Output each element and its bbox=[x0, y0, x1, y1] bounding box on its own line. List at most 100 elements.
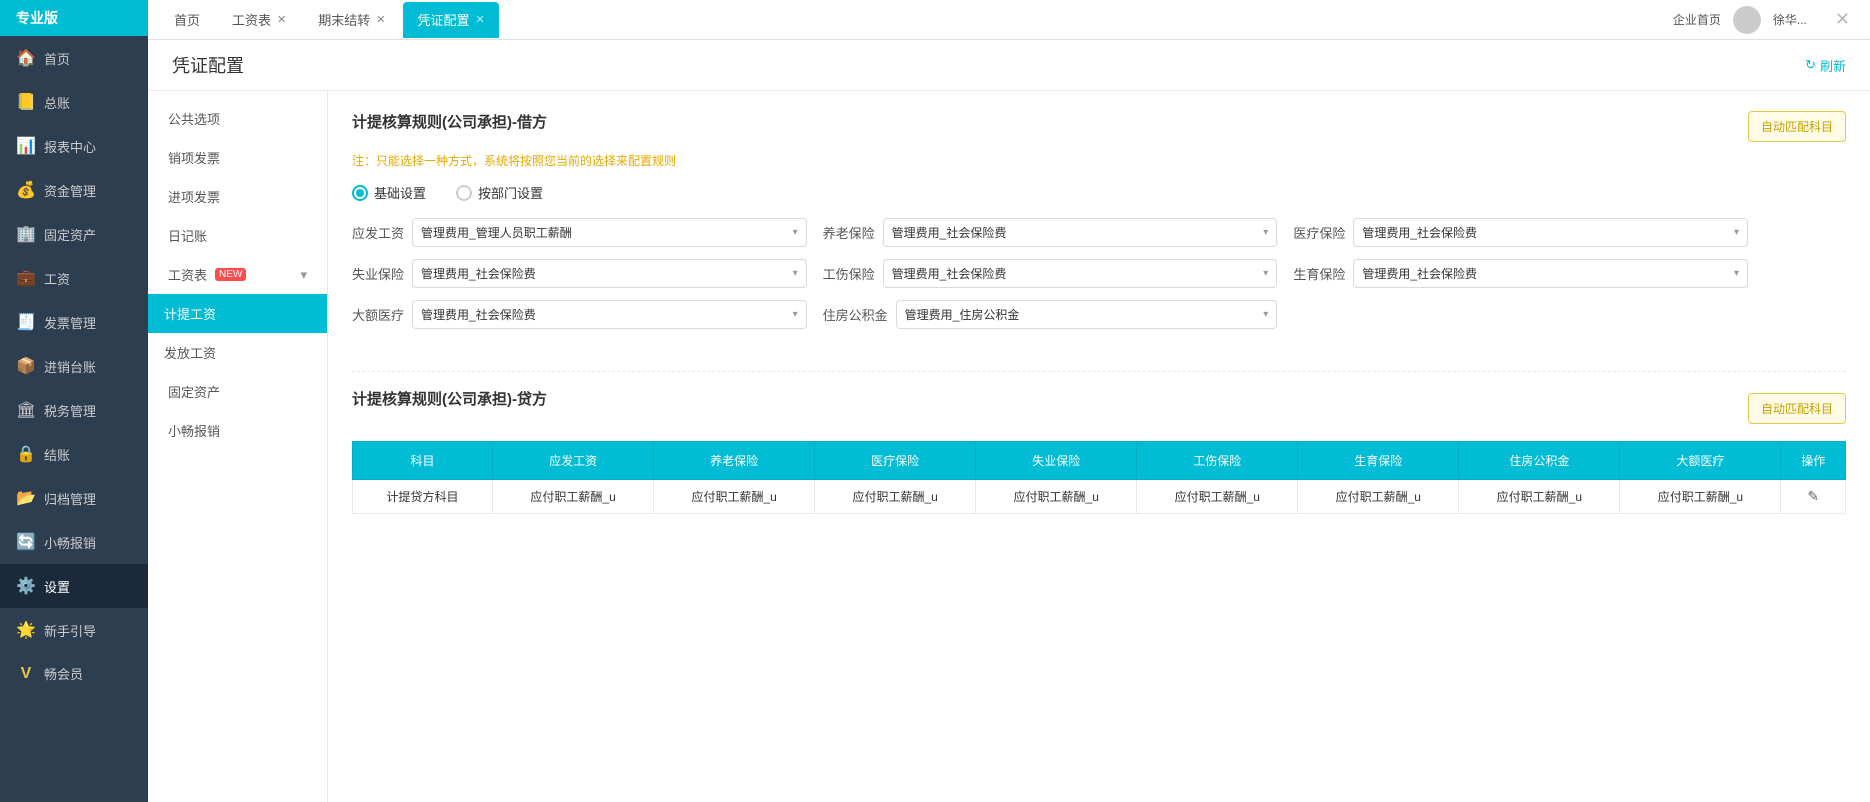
archive-icon: 📂 bbox=[16, 488, 36, 508]
sidebar-item-report2[interactable]: 🔄 小畅报销 bbox=[0, 520, 148, 564]
td-gongshang: 应付职工薪酬_u bbox=[1137, 480, 1298, 514]
settings-icon: ⚙️ bbox=[16, 576, 36, 596]
th-yingfa: 应发工资 bbox=[493, 442, 654, 480]
radio-basic[interactable]: 基础设置 bbox=[352, 183, 426, 202]
content-wrap: 公共选项 销项发票 进项发票 日记账 工资表 NEW ▾ 计提工资 bbox=[148, 91, 1870, 802]
radio-dept-circle bbox=[456, 185, 472, 201]
select-shengyu-value: 管理费用_社会保险费 bbox=[1362, 265, 1477, 282]
th-yanglao: 养老保险 bbox=[654, 442, 815, 480]
select-gjj-value: 管理费用_住房公积金 bbox=[905, 306, 1020, 323]
select-yiliao-value: 管理费用_社会保险费 bbox=[1362, 224, 1477, 241]
th-shiye: 失业保险 bbox=[976, 442, 1137, 480]
sidebar-item-label: 工资 bbox=[44, 269, 70, 288]
select-yingfa[interactable]: 管理费用_管理人员职工薪酬 ▾ bbox=[412, 218, 807, 247]
stock-icon: 📦 bbox=[16, 356, 36, 376]
sidebar-item-archive[interactable]: 📂 归档管理 bbox=[0, 476, 148, 520]
sidebar-item-assets[interactable]: 🏢 固定资产 bbox=[0, 212, 148, 256]
main-close-btn[interactable]: ✕ bbox=[1827, 5, 1858, 34]
td-gjj: 应付职工薪酬_u bbox=[1459, 480, 1620, 514]
auto-match-credit-button[interactable]: 自动匹配科目 bbox=[1748, 393, 1846, 424]
section-debit-left: 计提核算规则(公司承担)-借方 注：只能选择一种方式，系统将按照您当前的选择来配… bbox=[352, 111, 1748, 341]
select-shiye-value: 管理费用_社会保险费 bbox=[421, 265, 536, 282]
select-yanglao[interactable]: 管理费用_社会保险费 ▾ bbox=[883, 218, 1278, 247]
home-icon: 🏠 bbox=[16, 48, 36, 68]
top-right-link[interactable]: 企业首页 bbox=[1673, 11, 1721, 28]
report-icon: 📊 bbox=[16, 136, 36, 156]
radio-basic-circle bbox=[352, 185, 368, 201]
tab-period-label: 期末结转 bbox=[318, 10, 370, 29]
tab-home[interactable]: 首页 bbox=[160, 2, 214, 38]
form-item-shiye: 失业保险 管理费用_社会保险费 ▾ bbox=[352, 259, 807, 288]
sidebar-item-tax[interactable]: 🏛 税务管理 bbox=[0, 388, 148, 432]
select-daeliao[interactable]: 管理费用_社会保险费 ▾ bbox=[412, 300, 807, 329]
nav-distribute-salary[interactable]: 发放工资 bbox=[148, 333, 327, 372]
th-action: 操作 bbox=[1781, 442, 1846, 480]
close-period-icon: 🔒 bbox=[16, 444, 36, 464]
td-action[interactable]: ✎ bbox=[1781, 480, 1846, 514]
th-subject: 科目 bbox=[353, 442, 493, 480]
tab-salary-sheet[interactable]: 工资表 ✕ bbox=[218, 2, 300, 38]
nav-salary-sheet[interactable]: 工资表 NEW ▾ bbox=[148, 255, 327, 294]
nav-purchase-invoice[interactable]: 进项发票 bbox=[148, 177, 327, 216]
tax-icon: 🏛 bbox=[16, 400, 36, 420]
select-gongshang-value: 管理费用_社会保险费 bbox=[892, 265, 1007, 282]
auto-match-debit-button[interactable]: 自动匹配科目 bbox=[1748, 111, 1846, 142]
radio-department[interactable]: 按部门设置 bbox=[456, 183, 543, 202]
page-header: 凭证配置 ↻ 刷新 bbox=[148, 40, 1870, 91]
sidebar-item-capital[interactable]: 💰 资金管理 bbox=[0, 168, 148, 212]
sidebar-item-home[interactable]: 🏠 首页 bbox=[0, 36, 148, 80]
tab-salary-label: 工资表 bbox=[232, 10, 271, 29]
edit-icon[interactable]: ✎ bbox=[1807, 488, 1819, 504]
select-yingfa-value: 管理费用_管理人员职工薪酬 bbox=[421, 224, 572, 241]
tab-period-close-btn[interactable]: ✕ bbox=[376, 13, 385, 26]
table-row: 计提贷方科目 应付职工薪酬_u 应付职工薪酬_u 应付职工薪酬_u 应付职工薪酬… bbox=[353, 480, 1846, 514]
sidebar-item-guide[interactable]: 🌟 新手引导 bbox=[0, 608, 148, 652]
th-gongshang: 工伤保险 bbox=[1137, 442, 1298, 480]
form-item-yiliao: 医疗保险 管理费用_社会保险费 ▾ bbox=[1293, 218, 1748, 247]
nav-public-options[interactable]: 公共选项 bbox=[148, 99, 327, 138]
form-grid-1: 应发工资 管理费用_管理人员职工薪酬 ▾ 养老保险 管理费用_社会保险费 bbox=[352, 218, 1748, 329]
refresh-button[interactable]: ↻ 刷新 bbox=[1805, 56, 1846, 75]
label-daeliao: 大额医疗 bbox=[352, 305, 404, 324]
sidebar-item-report[interactable]: 📊 报表中心 bbox=[0, 124, 148, 168]
tab-voucher-label: 凭证配置 bbox=[417, 10, 469, 29]
refresh-icon: ↻ bbox=[1805, 57, 1816, 73]
tab-salary-close[interactable]: ✕ bbox=[277, 13, 286, 26]
nav-sales-invoice[interactable]: 销项发票 bbox=[148, 138, 327, 177]
salary-icon: 💼 bbox=[16, 268, 36, 288]
sidebar-item-label: 设置 bbox=[44, 577, 70, 596]
nav-fixed-assets[interactable]: 固定资产 bbox=[148, 372, 327, 411]
tab-period-close[interactable]: 期末结转 ✕ bbox=[304, 2, 399, 38]
sidebar-item-label: 归档管理 bbox=[44, 489, 96, 508]
sidebar-item-member[interactable]: V 畅会员 bbox=[0, 652, 148, 695]
form-item-yingfa: 应发工资 管理费用_管理人员职工薪酬 ▾ bbox=[352, 218, 807, 247]
form-item-gjj: 住房公积金 管理费用_住房公积金 ▾ bbox=[823, 300, 1278, 329]
select-gjj[interactable]: 管理费用_住房公积金 ▾ bbox=[896, 300, 1278, 329]
nav-accrual-salary[interactable]: 计提工资 bbox=[148, 294, 327, 333]
td-daeliao: 应付职工薪酬_u bbox=[1620, 480, 1781, 514]
select-shengyu[interactable]: 管理费用_社会保险费 ▾ bbox=[1353, 259, 1748, 288]
td-shengyu: 应付职工薪酬_u bbox=[1298, 480, 1459, 514]
page-title: 凭证配置 bbox=[172, 52, 244, 78]
sidebar-item-invoice[interactable]: 🧾 发票管理 bbox=[0, 300, 148, 344]
nav-journal[interactable]: 日记账 bbox=[148, 216, 327, 255]
sidebar-item-settings[interactable]: ⚙️ 设置 bbox=[0, 564, 148, 608]
sidebar-item-label: 畅会员 bbox=[44, 664, 83, 683]
select-gongshang[interactable]: 管理费用_社会保险费 ▾ bbox=[883, 259, 1278, 288]
sidebar-item-label: 总账 bbox=[44, 93, 70, 112]
tab-voucher-close[interactable]: ✕ bbox=[476, 13, 485, 26]
select-shiye[interactable]: 管理费用_社会保险费 ▾ bbox=[412, 259, 807, 288]
sidebar-item-close[interactable]: 🔒 结账 bbox=[0, 432, 148, 476]
sidebar-item-stock[interactable]: 📦 进销台账 bbox=[0, 344, 148, 388]
sidebar-item-label: 首页 bbox=[44, 49, 70, 68]
sidebar-item-salary[interactable]: 💼 工资 bbox=[0, 256, 148, 300]
radio-group: 基础设置 按部门设置 bbox=[352, 183, 1748, 202]
sidebar-item-label: 进销台账 bbox=[44, 357, 96, 376]
tab-voucher-config[interactable]: 凭证配置 ✕ bbox=[403, 2, 498, 38]
nav-expense[interactable]: 小畅报销 bbox=[148, 411, 327, 450]
td-shiye: 应付职工薪酬_u bbox=[976, 480, 1137, 514]
select-daeliao-value: 管理费用_社会保险费 bbox=[421, 306, 536, 323]
select-yiliao[interactable]: 管理费用_社会保险费 ▾ bbox=[1353, 218, 1748, 247]
sidebar-item-ledger[interactable]: 📒 总账 bbox=[0, 80, 148, 124]
form-item-gongshang: 工伤保险 管理费用_社会保险费 ▾ bbox=[823, 259, 1278, 288]
